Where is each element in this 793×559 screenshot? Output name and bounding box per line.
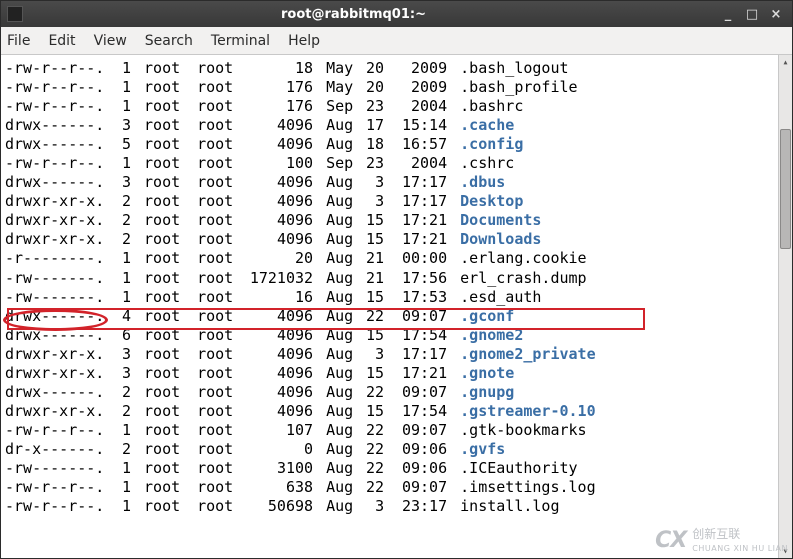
- window-buttons: _ □ ×: [718, 5, 786, 23]
- file-name: .erlang.cookie: [460, 249, 586, 268]
- window-title: root@rabbitmq01:~: [29, 7, 718, 22]
- file-name: erl_crash.dump: [460, 269, 586, 288]
- file-name: .cache: [460, 116, 514, 135]
- file-row[interactable]: drwx------.6 root root4096 Aug15 17:54 .…: [5, 326, 772, 345]
- file-row[interactable]: -rw-r--r--.1 root root638 Aug22 09:07 .i…: [5, 478, 772, 497]
- file-name: .bashrc: [460, 97, 523, 116]
- terminal-window: root@rabbitmq01:~ _ □ × File Edit View S…: [0, 0, 793, 559]
- file-row[interactable]: drwxr-xr-x.2 root root4096 Aug3 17:17 De…: [5, 192, 772, 211]
- file-name: .gconf: [460, 307, 514, 326]
- file-name: .gnote: [460, 364, 514, 383]
- file-name: .gstreamer-0.10: [460, 402, 595, 421]
- file-row[interactable]: drwx------.4 root root4096 Aug22 09:07 .…: [5, 307, 772, 326]
- scroll-up-button[interactable]: ▴: [779, 55, 792, 69]
- file-name: .gtk-bookmarks: [460, 421, 586, 440]
- menu-terminal[interactable]: Terminal: [211, 33, 270, 49]
- close-button[interactable]: ×: [766, 5, 786, 23]
- file-row[interactable]: -rw-------.1 root root16 Aug15 17:53 .es…: [5, 288, 772, 307]
- file-row[interactable]: drwx------.3 root root4096 Aug17 15:14 .…: [5, 116, 772, 135]
- terminal-app-icon: [7, 6, 23, 22]
- file-row[interactable]: -r--------.1 root root20 Aug21 00:00 .er…: [5, 249, 772, 268]
- file-row[interactable]: drwxr-xr-x.3 root root4096 Aug15 17:21 .…: [5, 364, 772, 383]
- file-row[interactable]: dr-x------.2 root root0 Aug22 09:06 .gvf…: [5, 440, 772, 459]
- file-row[interactable]: -rw-r--r--.1 root root107 Aug22 09:07 .g…: [5, 421, 772, 440]
- watermark-line1: 创新互联: [692, 527, 740, 541]
- file-name: .esd_auth: [460, 288, 541, 307]
- file-name: install.log: [460, 497, 559, 516]
- file-row[interactable]: drwxr-xr-x.2 root root4096 Aug15 17:21 D…: [5, 211, 772, 230]
- file-name: Desktop: [460, 192, 523, 211]
- menu-search[interactable]: Search: [145, 33, 193, 49]
- watermark-text: 创新互联 CHUANG XIN HU LIAN: [692, 528, 788, 554]
- menu-edit[interactable]: Edit: [48, 33, 75, 49]
- minimize-button[interactable]: _: [718, 5, 738, 23]
- file-name: .gnupg: [460, 383, 514, 402]
- file-row[interactable]: -rw-r--r--.1 root root176 May20 2009 .ba…: [5, 78, 772, 97]
- scrollbar[interactable]: ▴ ▾: [778, 55, 792, 558]
- file-name: .bash_logout: [460, 59, 568, 78]
- menu-view[interactable]: View: [94, 33, 127, 49]
- file-row[interactable]: -rw-r--r--.1 root root18 May20 2009 .bas…: [5, 59, 772, 78]
- file-name: Downloads: [460, 230, 541, 249]
- file-row[interactable]: -rw-------.1 root root3100 Aug22 09:06 .…: [5, 459, 772, 478]
- file-name: .gnome2_private: [460, 345, 595, 364]
- watermark: CX 创新互联 CHUANG XIN HU LIAN: [655, 528, 788, 554]
- file-name: Documents: [460, 211, 541, 230]
- file-name: .imsettings.log: [460, 478, 595, 497]
- file-name: .cshrc: [460, 154, 514, 173]
- terminal-area: -rw-r--r--.1 root root18 May20 2009 .bas…: [1, 55, 792, 558]
- scroll-track[interactable]: [779, 69, 792, 544]
- watermark-line2: CHUANG XIN HU LIAN: [692, 544, 788, 553]
- file-row[interactable]: drwx------.2 root root4096 Aug22 09:07 .…: [5, 383, 772, 402]
- scroll-thumb[interactable]: [780, 129, 791, 249]
- maximize-button[interactable]: □: [742, 5, 762, 23]
- watermark-logo: CX: [655, 528, 686, 553]
- titlebar[interactable]: root@rabbitmq01:~ _ □ ×: [1, 1, 792, 27]
- menu-file[interactable]: File: [7, 33, 30, 49]
- file-row[interactable]: drwxr-xr-x.2 root root4096 Aug15 17:21 D…: [5, 230, 772, 249]
- terminal-output[interactable]: -rw-r--r--.1 root root18 May20 2009 .bas…: [1, 55, 778, 558]
- file-row[interactable]: -rw-r--r--.1 root root176 Sep23 2004 .ba…: [5, 97, 772, 116]
- file-row[interactable]: drwxr-xr-x.3 root root4096 Aug3 17:17 .g…: [5, 345, 772, 364]
- file-row[interactable]: drwx------.3 root root4096 Aug3 17:17 .d…: [5, 173, 772, 192]
- file-row[interactable]: -rw-r--r--.1 root root50698 Aug3 23:17 i…: [5, 497, 772, 516]
- file-name: .dbus: [460, 173, 505, 192]
- menubar: File Edit View Search Terminal Help: [1, 27, 792, 55]
- file-name: .gnome2: [460, 326, 523, 345]
- menu-help[interactable]: Help: [288, 33, 320, 49]
- file-name: .ICEauthority: [460, 459, 577, 478]
- file-name: .gvfs: [460, 440, 505, 459]
- file-row[interactable]: drwx------.5 root root4096 Aug18 16:57 .…: [5, 135, 772, 154]
- file-name: .bash_profile: [460, 78, 577, 97]
- file-name: .config: [460, 135, 523, 154]
- file-row[interactable]: -rw-------.1 root root1721032 Aug21 17:5…: [5, 269, 772, 288]
- file-row[interactable]: drwxr-xr-x.2 root root4096 Aug15 17:54 .…: [5, 402, 772, 421]
- file-row[interactable]: -rw-r--r--.1 root root100 Sep23 2004 .cs…: [5, 154, 772, 173]
